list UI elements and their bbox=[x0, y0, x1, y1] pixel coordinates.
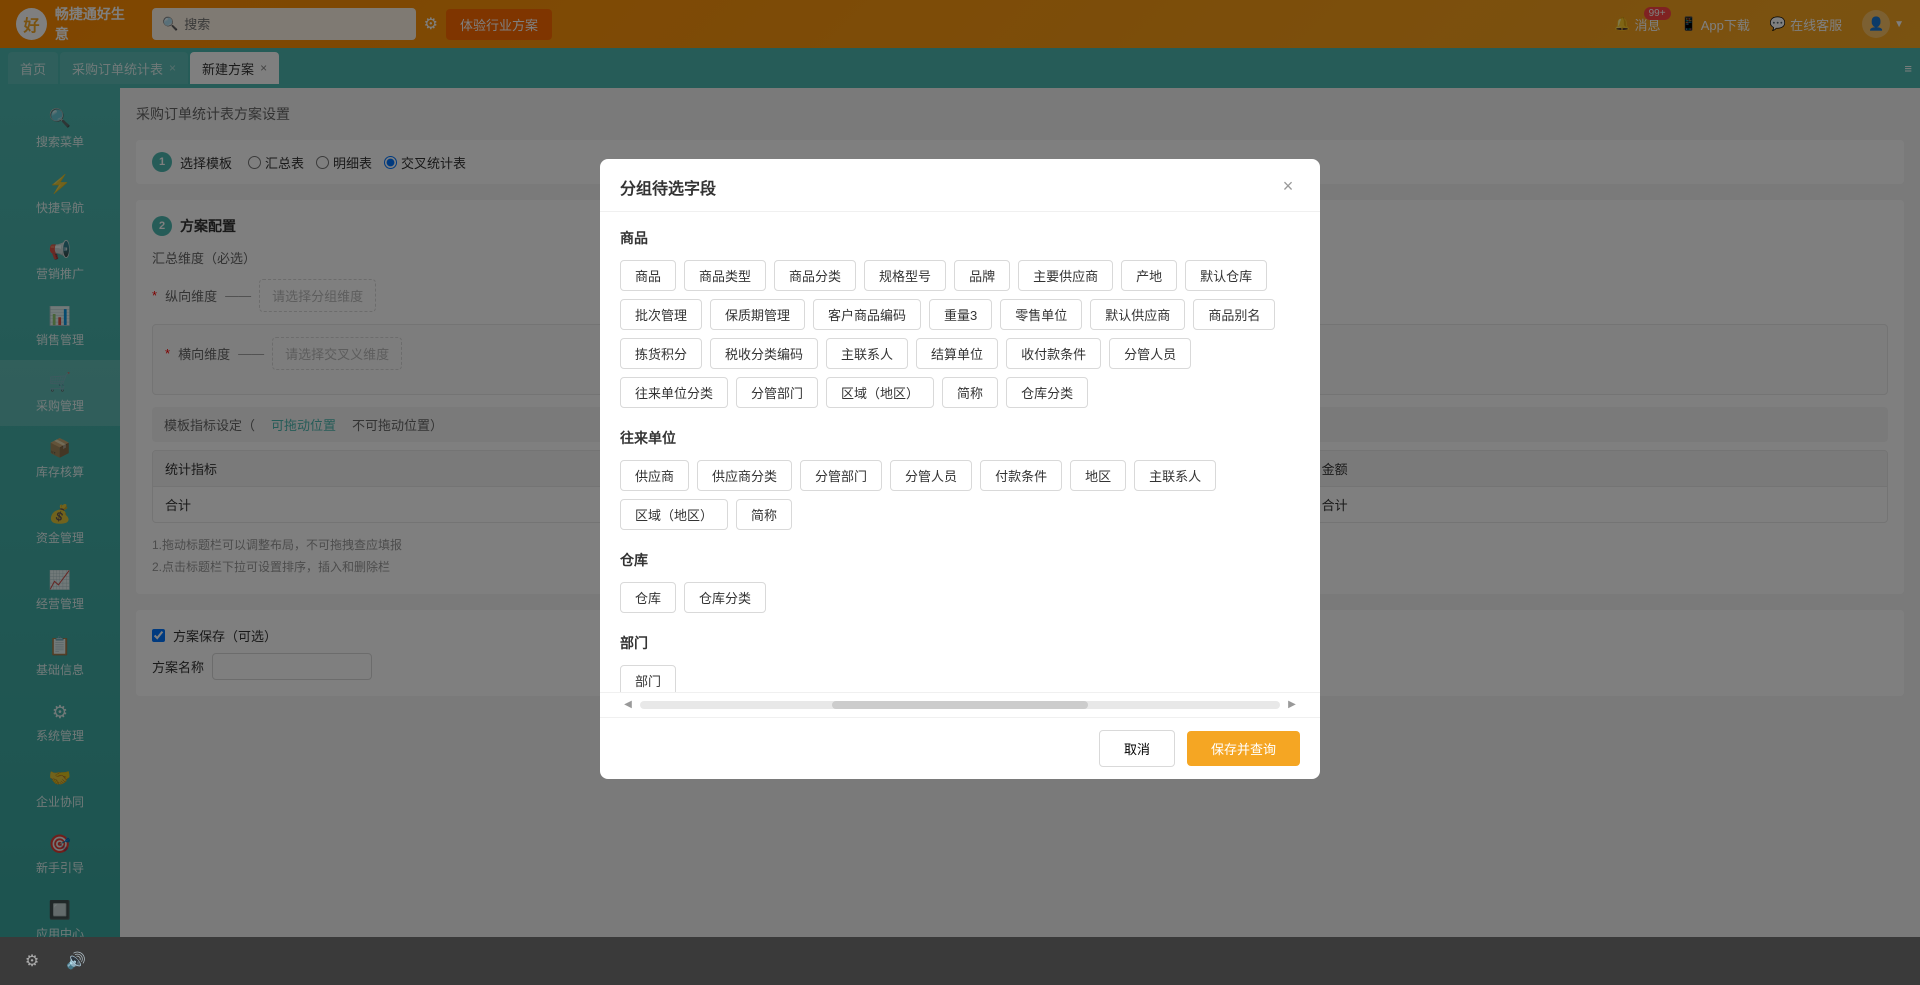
modal-body: 商品 商品 商品类型 商品分类 规格型号 品牌 主要供应商 产地 默认仓库 批次… bbox=[600, 212, 1320, 692]
modal-overlay: 分组待选字段 × 商品 商品 商品类型 商品分类 规格型号 品牌 主要供应商 产… bbox=[0, 0, 1920, 937]
field-tag-pick-points[interactable]: 拣货积分 bbox=[620, 338, 702, 369]
field-tag-batch-mgmt[interactable]: 批次管理 bbox=[620, 299, 702, 330]
field-tag-default-wh[interactable]: 默认仓库 bbox=[1185, 260, 1267, 291]
scroll-left-arrow[interactable]: ◀ bbox=[620, 697, 636, 713]
field-group-warehouse-title: 仓库 bbox=[620, 550, 1300, 570]
modal-header: 分组待选字段 × bbox=[600, 159, 1320, 212]
field-tag-dept[interactable]: 分管部门 bbox=[800, 460, 882, 491]
product-field-tags: 商品 商品类型 商品分类 规格型号 品牌 主要供应商 产地 默认仓库 批次管理 … bbox=[620, 260, 1300, 408]
scroll-thumb bbox=[832, 701, 1088, 709]
field-group-department: 部门 部门 bbox=[620, 633, 1300, 692]
field-tag-expiry-mgmt[interactable]: 保质期管理 bbox=[710, 299, 805, 330]
field-tag-origin[interactable]: 产地 bbox=[1121, 260, 1177, 291]
department-field-tags: 部门 bbox=[620, 665, 1300, 692]
field-group-warehouse: 仓库 仓库 仓库分类 bbox=[620, 550, 1300, 613]
modal: 分组待选字段 × 商品 商品 商品类型 商品分类 规格型号 品牌 主要供应商 产… bbox=[600, 159, 1320, 779]
field-tag-settle-unit[interactable]: 结算单位 bbox=[916, 338, 998, 369]
horizontal-scrollbar: ◀ ▶ bbox=[620, 697, 1300, 713]
field-tag-goods-cat[interactable]: 商品分类 bbox=[774, 260, 856, 291]
field-tag-tax-code[interactable]: 税收分类编码 bbox=[710, 338, 818, 369]
field-tag-pay-terms[interactable]: 付款条件 bbox=[980, 460, 1062, 491]
field-tag-default-supplier[interactable]: 默认供应商 bbox=[1090, 299, 1185, 330]
audio-bottom-icon[interactable]: 🔊 bbox=[60, 945, 92, 977]
field-tag-dept-person[interactable]: 分管人员 bbox=[890, 460, 972, 491]
bottom-bar: ⚙ 🔊 bbox=[0, 937, 1920, 985]
field-tag-alias[interactable]: 商品别名 bbox=[1193, 299, 1275, 330]
field-group-product-title: 商品 bbox=[620, 228, 1300, 248]
field-tag-payment-terms[interactable]: 收付款条件 bbox=[1006, 338, 1101, 369]
field-tag-cust-code[interactable]: 客户商品编码 bbox=[813, 299, 921, 330]
field-group-department-title: 部门 bbox=[620, 633, 1300, 653]
field-tag-main-contact2[interactable]: 主联系人 bbox=[1134, 460, 1216, 491]
field-tag-goods-type[interactable]: 商品类型 bbox=[684, 260, 766, 291]
modal-footer: 取消 保存并查询 bbox=[600, 717, 1320, 779]
field-tag-spec-type[interactable]: 规格型号 bbox=[864, 260, 946, 291]
cancel-button[interactable]: 取消 bbox=[1099, 730, 1175, 767]
field-tag-region-counter[interactable]: 区域（地区） bbox=[620, 499, 728, 530]
field-group-product: 商品 商品 商品类型 商品分类 规格型号 品牌 主要供应商 产地 默认仓库 批次… bbox=[620, 228, 1300, 408]
field-tag-short-name[interactable]: 简称 bbox=[942, 377, 998, 408]
scroll-track[interactable] bbox=[640, 701, 1280, 709]
settings-bottom-icon[interactable]: ⚙ bbox=[16, 945, 48, 977]
field-tag-main-supplier[interactable]: 主要供应商 bbox=[1018, 260, 1113, 291]
field-tag-wh-type[interactable]: 仓库分类 bbox=[684, 582, 766, 613]
modal-close-btn[interactable]: × bbox=[1276, 175, 1300, 199]
modal-hscroll: ◀ ▶ bbox=[600, 692, 1320, 717]
modal-title: 分组待选字段 bbox=[620, 175, 716, 199]
field-tag-supplier-cat[interactable]: 供应商分类 bbox=[697, 460, 792, 491]
field-tag-brand[interactable]: 品牌 bbox=[954, 260, 1010, 291]
field-tag-manager[interactable]: 分管人员 bbox=[1109, 338, 1191, 369]
field-tag-weight3[interactable]: 重量3 bbox=[929, 299, 992, 330]
field-tag-area[interactable]: 地区 bbox=[1070, 460, 1126, 491]
field-tag-wh-cat[interactable]: 仓库分类 bbox=[1006, 377, 1088, 408]
field-tag-mgmt-dept[interactable]: 分管部门 bbox=[736, 377, 818, 408]
field-tag-from-unit-cat[interactable]: 往来单位分类 bbox=[620, 377, 728, 408]
field-tag-goods[interactable]: 商品 bbox=[620, 260, 676, 291]
warehouse-field-tags: 仓库 仓库分类 bbox=[620, 582, 1300, 613]
field-tag-retail-unit[interactable]: 零售单位 bbox=[1000, 299, 1082, 330]
confirm-button[interactable]: 保存并查询 bbox=[1187, 731, 1300, 766]
field-tag-supplier[interactable]: 供应商 bbox=[620, 460, 689, 491]
counterparty-field-tags: 供应商 供应商分类 分管部门 分管人员 付款条件 地区 主联系人 区域（地区） … bbox=[620, 460, 1300, 530]
field-tag-short-counter[interactable]: 简称 bbox=[736, 499, 792, 530]
field-tag-main-contact[interactable]: 主联系人 bbox=[826, 338, 908, 369]
field-tag-region-product[interactable]: 区域（地区） bbox=[826, 377, 934, 408]
field-group-counterparty-title: 往来单位 bbox=[620, 428, 1300, 448]
field-tag-dept-field[interactable]: 部门 bbox=[620, 665, 676, 692]
scroll-right-arrow[interactable]: ▶ bbox=[1284, 697, 1300, 713]
field-group-counterparty: 往来单位 供应商 供应商分类 分管部门 分管人员 付款条件 地区 主联系人 区域… bbox=[620, 428, 1300, 530]
field-tag-wh[interactable]: 仓库 bbox=[620, 582, 676, 613]
